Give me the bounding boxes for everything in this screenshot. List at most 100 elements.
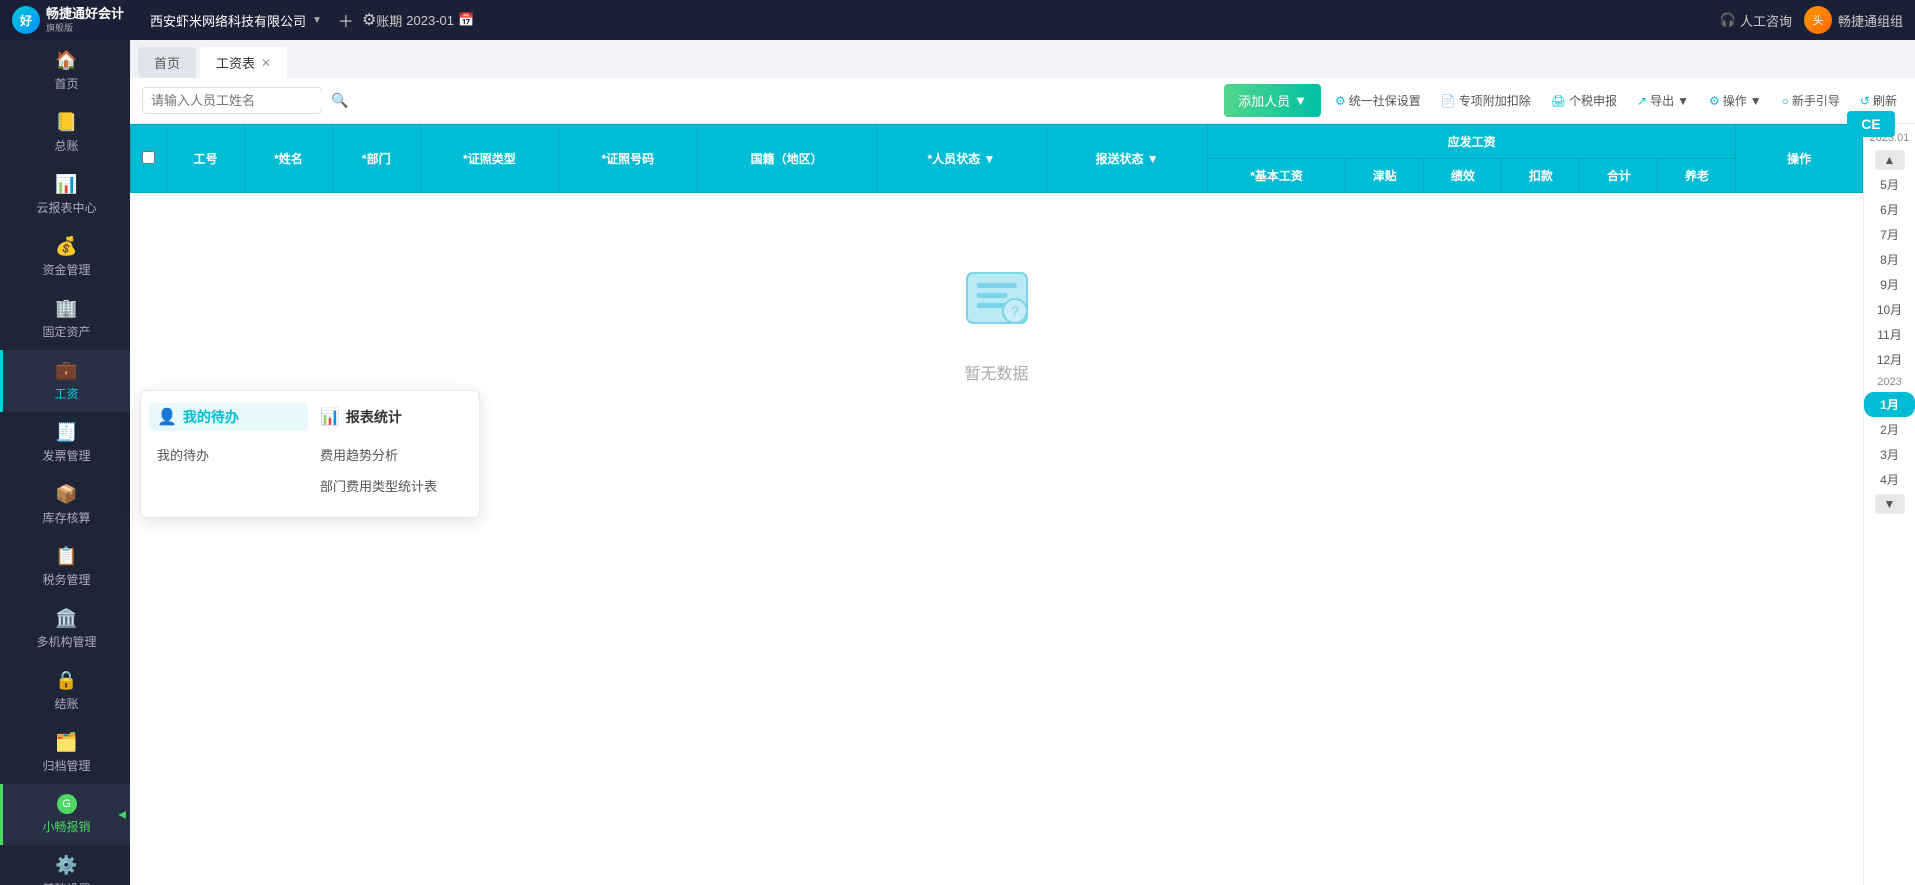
popup-item-mytodo[interactable]: 我的待办 — [157, 439, 300, 470]
month-prev-button[interactable]: ▲ — [1875, 150, 1905, 170]
home-icon: 🏠 — [55, 50, 77, 71]
sidebar-item-invoice[interactable]: 🧾 发票管理 — [0, 412, 130, 474]
personal-tax-icon: 🖨 — [1551, 94, 1566, 108]
sidebar-item-multi-org[interactable]: 🏛️ 多机构管理 — [0, 598, 130, 660]
social-insurance-label: 统一社保设置 — [1349, 92, 1421, 109]
month-10[interactable]: 10月 — [1864, 297, 1915, 322]
month-12[interactable]: 12月 — [1864, 347, 1915, 372]
month-7[interactable]: 7月 — [1864, 222, 1915, 247]
todo-icon: 👤 — [157, 407, 177, 427]
logo-icon: 好 — [12, 6, 40, 34]
new-guide-icon: ○ — [1782, 94, 1789, 108]
tax-icon: 📋 — [55, 546, 77, 567]
month-8[interactable]: 8月 — [1864, 247, 1915, 272]
month-3[interactable]: 3月 — [1864, 442, 1915, 467]
refresh-icon: ↺ — [1860, 94, 1870, 108]
company-dropdown-icon: ▼ — [312, 15, 322, 26]
country-th: 国籍（地区） — [697, 125, 876, 193]
tab-home-label: 首页 — [154, 53, 180, 72]
tab-home[interactable]: 首页 — [138, 47, 196, 78]
basic-icon: ⚙️ — [55, 855, 77, 876]
popup-section-report: 📊 报表统计 费用趋势分析 部门费用类型统计表 — [320, 407, 463, 501]
tab-salary-label: 工资表 — [216, 53, 255, 72]
special-deduction-label: 专项附加扣除 — [1459, 92, 1531, 109]
sidebar-item-archive[interactable]: 🗂️ 归档管理 — [0, 722, 130, 784]
select-all-checkbox[interactable] — [142, 151, 155, 164]
tab-salary[interactable]: 工资表 ✕ — [200, 47, 287, 78]
social-insurance-button[interactable]: ⚙ 统一社保设置 — [1329, 88, 1427, 113]
month-11[interactable]: 11月 — [1864, 322, 1915, 347]
inventory-icon: 📦 — [55, 484, 77, 505]
username: 畅捷通组组 — [1838, 11, 1903, 30]
empty-text: 暂无数据 — [964, 360, 1028, 384]
export-label: 导出 — [1650, 92, 1674, 109]
month-next-button[interactable]: ▼ — [1875, 494, 1905, 514]
select-all-th — [131, 125, 167, 193]
operation-button[interactable]: ⚙ 操作 ▼ — [1703, 88, 1768, 113]
sidebar-item-basic[interactable]: ⚙️ 基础设置 — [0, 845, 130, 885]
new-guide-button[interactable]: ○ 新手引导 — [1776, 88, 1846, 113]
sidebar-item-salary[interactable]: 💼 工资 — [0, 350, 130, 412]
emp-no-th: 工号 — [167, 125, 245, 193]
company-selector[interactable]: 西安虾米网络科技有限公司 ▼ — [142, 11, 330, 30]
add-company-button[interactable]: ＋ — [338, 8, 354, 32]
month-6[interactable]: 6月 — [1864, 197, 1915, 222]
sidebar-item-assets[interactable]: 🏢 固定资产 — [0, 288, 130, 350]
app-subtitle: 旗舰版 — [46, 21, 124, 34]
month-4[interactable]: 4月 — [1864, 467, 1915, 492]
month-1[interactable]: 1月 — [1864, 392, 1915, 417]
export-dropdown-icon: ▼ — [1677, 94, 1689, 108]
sidebar-item-xiaochang[interactable]: G 小畅报销 ◀ — [0, 784, 130, 845]
settings-button[interactable]: ⚙ — [362, 10, 376, 30]
add-person-button[interactable]: 添加人员 ▼ — [1224, 84, 1321, 117]
month-2[interactable]: 2月 — [1864, 417, 1915, 442]
sidebar-item-fund[interactable]: 💰 资金管理 — [0, 226, 130, 288]
user-avatar-area[interactable]: 头 畅捷通组组 — [1804, 6, 1903, 34]
period-label: 账期 — [376, 11, 402, 30]
search-box: 🔍 — [142, 87, 322, 114]
sidebar-label-assets: 固定资产 — [42, 323, 90, 340]
special-deduction-button[interactable]: 📄 专项附加扣除 — [1435, 88, 1537, 113]
sidebar-item-tax[interactable]: 📋 税务管理 — [0, 536, 130, 598]
search-input[interactable] — [151, 93, 327, 108]
month-9[interactable]: 9月 — [1864, 272, 1915, 297]
export-button[interactable]: ↗ 导出 ▼ — [1631, 88, 1695, 113]
sidebar-item-ledger[interactable]: 📒 总账 — [0, 102, 130, 164]
total-th: 合计 — [1580, 159, 1658, 193]
pension-th: 养老 — [1658, 159, 1736, 193]
personal-tax-button[interactable]: 🖨 个税申报 — [1545, 88, 1623, 113]
sidebar-label-multi-org: 多机构管理 — [36, 633, 96, 650]
operation-dropdown-icon: ▼ — [1750, 94, 1762, 108]
id-no-th: *证照号码 — [559, 125, 697, 193]
sidebar-item-inventory[interactable]: 📦 库存核算 — [0, 474, 130, 536]
empty-illustration: ? — [947, 253, 1047, 348]
salary-icon: 💼 — [55, 360, 77, 381]
sidebar-label-invoice: 发票管理 — [42, 447, 90, 464]
month-5[interactable]: 5月 — [1864, 172, 1915, 197]
popup-report-label: 报表统计 — [346, 407, 402, 427]
headset-icon: 🎧 — [1720, 12, 1736, 28]
header-actions: ＋ ⚙ — [338, 8, 376, 32]
sidebar-item-home[interactable]: 🏠 首页 — [0, 40, 130, 102]
tab-bar: 首页 工资表 ✕ — [130, 40, 1915, 78]
sidebar-label-inventory: 库存核算 — [42, 509, 90, 526]
special-deduction-icon: 📄 — [1441, 94, 1456, 108]
archive-icon: 🗂️ — [55, 732, 77, 753]
sidebar-label-cloud-report: 云报表中心 — [36, 199, 96, 216]
service-label: 人工咨询 — [1740, 11, 1792, 30]
service-button[interactable]: 🎧 人工咨询 — [1720, 11, 1792, 30]
refresh-button[interactable]: ↺ 刷新 — [1854, 88, 1903, 113]
popup-item-trend[interactable]: 费用趋势分析 — [320, 439, 463, 470]
popup-item-dept-stat[interactable]: 部门费用类型统计表 — [320, 470, 463, 501]
export-icon: ↗ — [1637, 94, 1647, 108]
id-type-th: *证照类型 — [420, 125, 558, 193]
sidebar-item-close[interactable]: 🔒 结账 — [0, 660, 130, 722]
calendar-icon[interactable]: 📅 — [458, 12, 474, 28]
report-icon: 📊 — [320, 407, 340, 427]
close-period-icon: 🔒 — [55, 670, 77, 691]
sidebar-label-ledger: 总账 — [54, 137, 78, 154]
add-person-label: 添加人员 — [1238, 91, 1290, 110]
sidebar-item-cloud-report[interactable]: 📊 云报表中心 — [0, 164, 130, 226]
search-icon[interactable]: 🔍 — [331, 92, 348, 109]
tab-close-icon[interactable]: ✕ — [261, 56, 271, 70]
